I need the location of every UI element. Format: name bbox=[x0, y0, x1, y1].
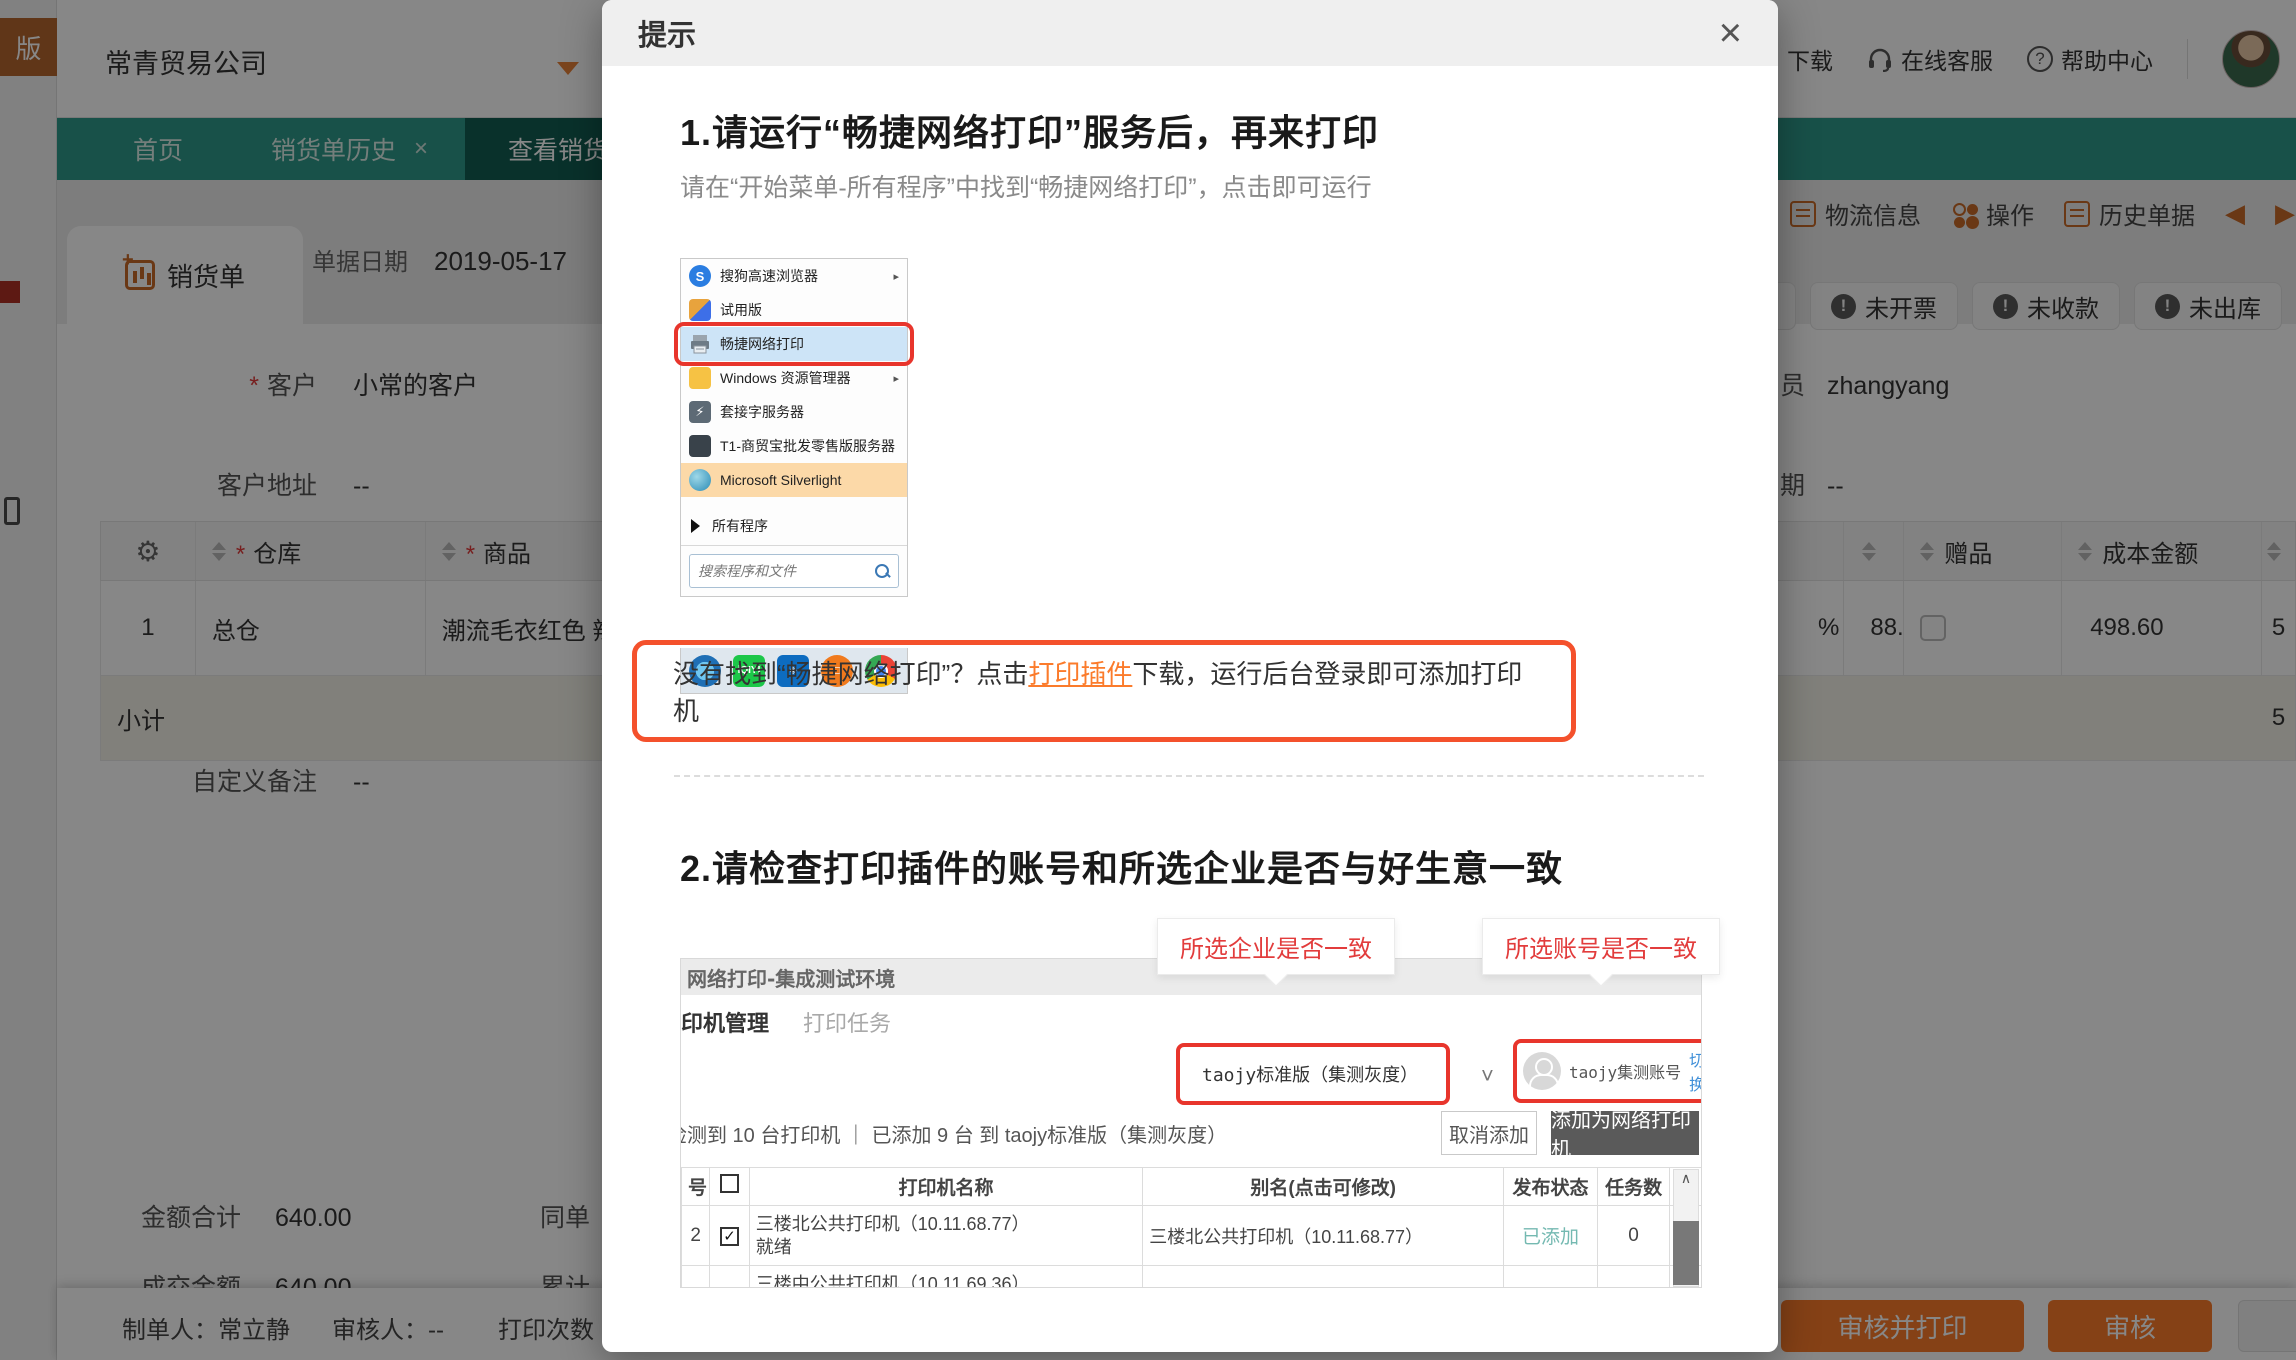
account-avatar-icon bbox=[1523, 1052, 1561, 1090]
socket-server-icon: ⚡ bbox=[689, 401, 711, 423]
plugin-account-name: taojy集测账号 bbox=[1569, 1063, 1682, 1082]
tab-print-tasks[interactable]: 打印任务 bbox=[803, 1006, 891, 1038]
modal-title: 提示 bbox=[638, 20, 697, 52]
printer-table-header: 号 打印机名称 别名(点击可修改) 发布状态 任务数 bbox=[681, 1167, 1701, 1206]
menu-item-explorer: Windows 资源管理器 ▸ bbox=[681, 361, 907, 395]
play-triangle-icon bbox=[691, 519, 700, 533]
tab-printer-manage[interactable]: 打印机管理 bbox=[681, 1006, 769, 1038]
menu-item-t1-server: T1-商贸宝批发零售版服务器 bbox=[681, 429, 907, 463]
trial-box-icon bbox=[689, 299, 711, 321]
start-menu-screenshot: S 搜狗高速浏览器 ▸ 试用版 畅捷网络打印 Windows 资源管理器 ▸ ⚡… bbox=[674, 258, 914, 597]
menu-item-silverlight: Microsoft Silverlight bbox=[681, 463, 907, 497]
start-search-input[interactable]: 搜索程序和文件 bbox=[689, 554, 899, 588]
print-plugin-link[interactable]: 打印插件 bbox=[1028, 659, 1132, 689]
plugin-status-row: 检测到 10 台打印机 ｜ 已添加 9 台 到 taojy标准版（集测灰度） 取… bbox=[680, 1110, 1701, 1161]
menu-item-socket-server: ⚡ 套接字服务器 bbox=[681, 395, 907, 429]
sogou-browser-icon: S bbox=[689, 265, 711, 287]
warning-box: 没有找到“畅捷网络打印”？点击打印插件下载，运行后台登录即可添加打印机 bbox=[632, 640, 1576, 742]
modal-header: 提示 × bbox=[602, 0, 1778, 66]
printer-table: 号 打印机名称 别名(点击可修改) 发布状态 任务数 2 ✓ 三楼北公共打印机（… bbox=[681, 1167, 1701, 1287]
chevron-down-icon[interactable]: ˅ bbox=[1481, 1063, 1494, 1089]
menu-item-changjie-print[interactable]: 畅捷网络打印 bbox=[674, 322, 914, 366]
cancel-add-button[interactable]: 取消添加 bbox=[1441, 1111, 1537, 1155]
printer-row[interactable]: 2 ✓ 三楼北公共打印机（10.11.68.77） 就绪 三楼北公共打印机（10.… bbox=[681, 1205, 1701, 1266]
callout-account: 所选账号是否一致 bbox=[1482, 918, 1720, 975]
step1-title: 1.请运行“畅捷网络打印”服务后，再来打印 bbox=[680, 112, 1380, 153]
company-dropdown-highlight: taojy标准版（集测灰度） bbox=[1176, 1043, 1450, 1105]
red-highlight-ring bbox=[674, 322, 914, 366]
print-plugin-screenshot: 网络打印-集成测试环境 打印机管理 打印任务 taojy标准版（集测灰度） ˅ … bbox=[680, 958, 1702, 1288]
close-icon[interactable]: × bbox=[1719, 13, 1742, 53]
all-programs-item[interactable]: 所有程序 bbox=[681, 507, 907, 545]
plugin-company-dropdown[interactable]: taojy标准版（集测灰度） bbox=[1202, 1061, 1418, 1087]
monitor-icon bbox=[689, 435, 711, 457]
select-all-checkbox[interactable] bbox=[720, 1174, 740, 1193]
step1-subtitle: 请在“开始菜单-所有程序”中找到“畅捷网络打印”，点击即可运行 bbox=[680, 174, 1372, 202]
account-highlight: taojy集测账号 切换 bbox=[1513, 1039, 1701, 1103]
scrollbar-thumb[interactable] bbox=[1673, 1221, 1699, 1285]
dashed-divider bbox=[674, 775, 1704, 777]
printer-checkbox[interactable]: ✓ bbox=[720, 1226, 740, 1246]
switch-account-link[interactable]: 切换 bbox=[1689, 1047, 1701, 1095]
printer-detect-status: 检测到 10 台打印机 ｜ 已添加 9 台 到 taojy标准版（集测灰度） bbox=[680, 1124, 1228, 1147]
silverlight-icon bbox=[689, 469, 711, 491]
printer-checkbox[interactable]: ✓ bbox=[720, 1286, 740, 1287]
step2-title: 2.请检查打印插件的账号和所选企业是否与好生意一致 bbox=[680, 848, 1564, 889]
tip-modal: 提示 × 1.请运行“畅捷网络打印”服务后，再来打印 请在“开始菜单-所有程序”… bbox=[602, 0, 1778, 1352]
scroll-up-icon[interactable]: ∧ bbox=[1681, 1170, 1691, 1186]
callout-company: 所选企业是否一致 bbox=[1157, 918, 1395, 975]
menu-item-sogou: S 搜狗高速浏览器 ▸ bbox=[681, 259, 907, 293]
add-network-printer-button[interactable]: 添加为网络打印机 bbox=[1551, 1110, 1699, 1161]
search-icon bbox=[874, 563, 890, 579]
folder-icon bbox=[689, 367, 711, 389]
printer-row[interactable]: 3 ✓ 三楼中公共打印机（10.11.69.36）就绪 东区三楼中公共打印机东区… bbox=[681, 1265, 1701, 1287]
